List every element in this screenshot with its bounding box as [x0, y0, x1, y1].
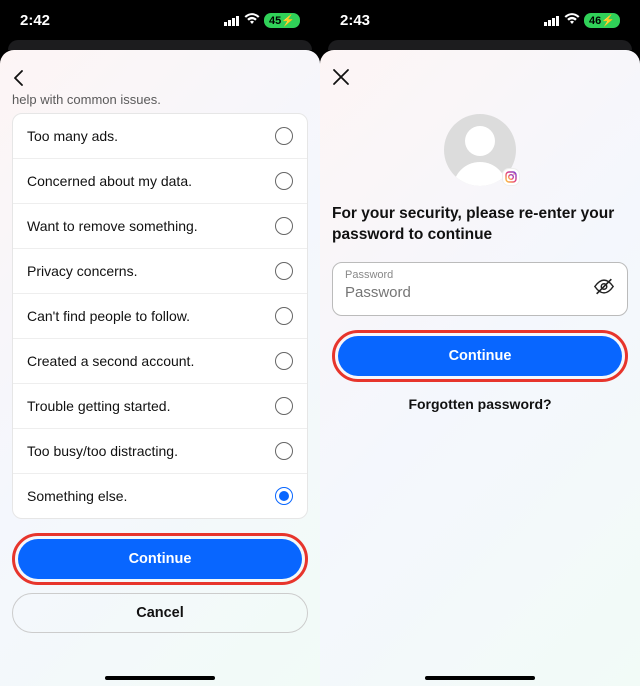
- sheet: For your security, please re-enter your …: [320, 50, 640, 686]
- eye-off-icon[interactable]: [593, 275, 615, 302]
- radio-icon: [275, 262, 293, 280]
- radio-icon: [275, 352, 293, 370]
- option-label: Too busy/too distracting.: [27, 443, 178, 459]
- screenshot-right: 2:43 46⚡: [320, 0, 640, 686]
- screenshot-left: 2:42 45⚡ help with common issues. Too ma…: [0, 0, 320, 686]
- reason-option[interactable]: Concerned about my data.: [13, 159, 307, 204]
- sheet: help with common issues. Too many ads. C…: [0, 50, 320, 686]
- option-label: Something else.: [27, 488, 127, 504]
- reason-option[interactable]: Something else.: [13, 474, 307, 518]
- annotation-highlight: Continue: [12, 533, 308, 585]
- reason-option[interactable]: Privacy concerns.: [13, 249, 307, 294]
- password-input[interactable]: [345, 284, 583, 301]
- option-label: Can't find people to follow.: [27, 308, 190, 324]
- sheet-backdrop: [8, 40, 312, 50]
- option-label: Want to remove something.: [27, 218, 198, 234]
- radio-icon: [275, 397, 293, 415]
- sheet-backdrop: [328, 40, 632, 50]
- reason-option[interactable]: Can't find people to follow.: [13, 294, 307, 339]
- radio-icon: [275, 442, 293, 460]
- status-bar: 2:42 45⚡: [0, 0, 320, 40]
- option-label: Created a second account.: [27, 353, 194, 369]
- annotation-highlight: Continue: [332, 330, 628, 382]
- cellular-icon: [224, 15, 240, 26]
- back-chevron-icon[interactable]: [12, 68, 26, 90]
- option-label: Concerned about my data.: [27, 173, 192, 189]
- status-right: 46⚡: [544, 12, 620, 29]
- cancel-button[interactable]: Cancel: [12, 593, 308, 633]
- reason-option[interactable]: Trouble getting started.: [13, 384, 307, 429]
- reason-option[interactable]: Too many ads.: [13, 114, 307, 159]
- security-heading: For your security, please re-enter your …: [332, 204, 628, 246]
- close-icon[interactable]: [332, 67, 350, 91]
- radio-icon: [275, 217, 293, 235]
- forgot-password-link[interactable]: Forgotten password?: [332, 396, 628, 412]
- home-indicator: [105, 676, 215, 680]
- wifi-icon: [244, 12, 260, 29]
- option-label: Privacy concerns.: [27, 263, 137, 279]
- option-label: Trouble getting started.: [27, 398, 170, 414]
- wifi-icon: [564, 12, 580, 29]
- instagram-badge-icon: [502, 168, 520, 186]
- battery-badge: 46⚡: [584, 13, 620, 28]
- option-label: Too many ads.: [27, 128, 118, 144]
- status-bar: 2:43 46⚡: [320, 0, 640, 40]
- reason-option[interactable]: Want to remove something.: [13, 204, 307, 249]
- reason-option[interactable]: Created a second account.: [13, 339, 307, 384]
- hint-text: help with common issues.: [12, 92, 308, 107]
- status-time: 2:42: [20, 12, 50, 29]
- password-label: Password: [345, 269, 393, 281]
- status-right: 45⚡: [224, 12, 300, 29]
- password-field[interactable]: Password: [332, 262, 628, 316]
- radio-icon: [275, 487, 293, 505]
- continue-button[interactable]: Continue: [338, 336, 622, 376]
- home-indicator: [425, 676, 535, 680]
- radio-icon: [275, 307, 293, 325]
- status-time: 2:43: [340, 12, 370, 29]
- battery-badge: 45⚡: [264, 13, 300, 28]
- reason-option[interactable]: Too busy/too distracting.: [13, 429, 307, 474]
- radio-icon: [275, 172, 293, 190]
- reason-options-list: Too many ads. Concerned about my data. W…: [12, 113, 308, 519]
- avatar-wrap: [332, 114, 628, 186]
- radio-icon: [275, 127, 293, 145]
- continue-button[interactable]: Continue: [18, 539, 302, 579]
- cellular-icon: [544, 15, 560, 26]
